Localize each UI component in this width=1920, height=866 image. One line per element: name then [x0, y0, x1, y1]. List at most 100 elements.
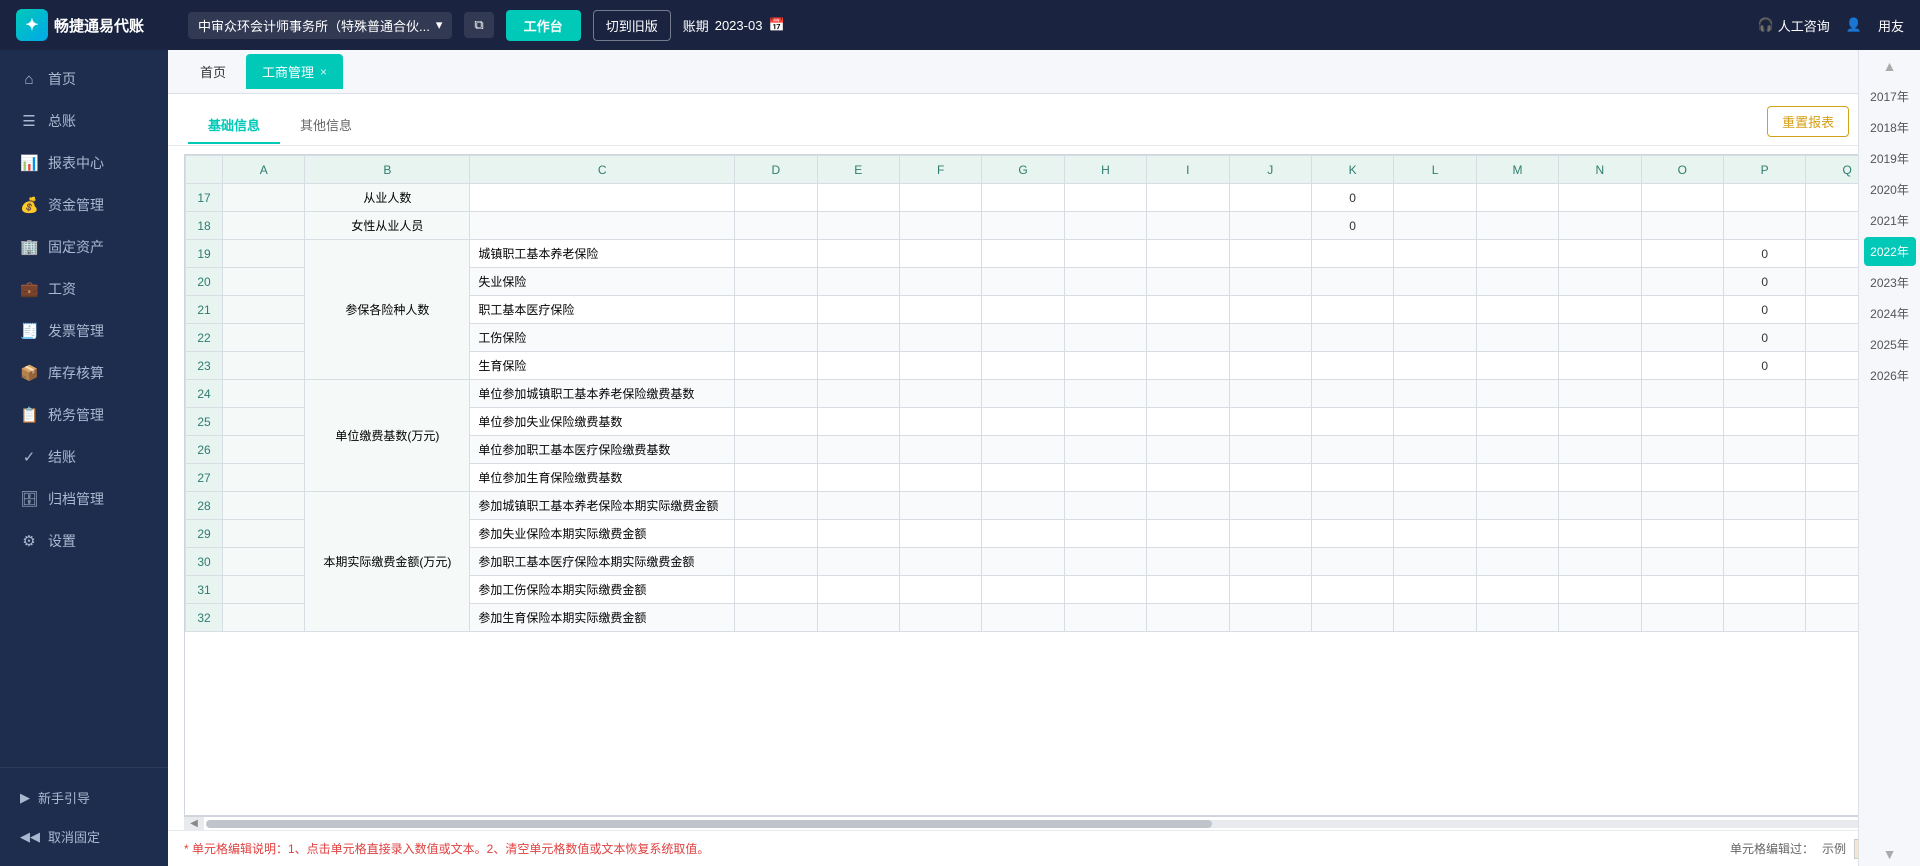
cell-k[interactable] — [1311, 436, 1393, 464]
year-item[interactable]: 2024年 — [1864, 299, 1916, 328]
cell-i[interactable] — [1147, 408, 1229, 436]
cell-i[interactable] — [1147, 268, 1229, 296]
cell-l[interactable] — [1394, 436, 1476, 464]
cell-p[interactable] — [1723, 604, 1805, 632]
cell-e[interactable] — [817, 464, 899, 492]
cell-o[interactable] — [1641, 212, 1723, 240]
cell-h[interactable] — [1064, 520, 1146, 548]
cell-o[interactable] — [1641, 352, 1723, 380]
cell-k[interactable] — [1311, 408, 1393, 436]
cell-p[interactable] — [1723, 520, 1805, 548]
cell-j[interactable] — [1229, 576, 1311, 604]
cell-h[interactable] — [1064, 268, 1146, 296]
year-item[interactable]: 2020年 — [1864, 175, 1916, 204]
cell-a[interactable] — [223, 520, 305, 548]
cell-p[interactable]: 0 — [1723, 296, 1805, 324]
calendar-icon[interactable]: 📅 — [768, 17, 784, 33]
cell-c[interactable]: 单位参加职工基本医疗保险缴费基数 — [470, 436, 735, 464]
cell-a[interactable] — [223, 212, 305, 240]
cell-k[interactable]: 0 — [1311, 184, 1393, 212]
cell-j[interactable] — [1229, 604, 1311, 632]
year-item[interactable]: 2021年 — [1864, 206, 1916, 235]
cell-m[interactable] — [1476, 464, 1558, 492]
cell-d[interactable] — [735, 492, 817, 520]
sidebar-item-ledger[interactable]: ☰ 总账 — [0, 100, 168, 142]
cell-c[interactable]: 单位参加城镇职工基本养老保险缴费基数 — [470, 380, 735, 408]
cell-g[interactable] — [982, 380, 1064, 408]
cell-p[interactable] — [1723, 184, 1805, 212]
cell-e[interactable] — [817, 296, 899, 324]
sidebar-item-archive[interactable]: 🗄 归档管理 — [0, 478, 168, 520]
cell-d[interactable] — [735, 184, 817, 212]
company-selector[interactable]: 中审众环会计师事务所（特殊普通合伙... ▾ — [188, 12, 452, 39]
cell-l[interactable] — [1394, 492, 1476, 520]
cell-n[interactable] — [1559, 184, 1641, 212]
cell-h[interactable] — [1064, 548, 1146, 576]
cell-l[interactable] — [1394, 324, 1476, 352]
cell-k[interactable] — [1311, 604, 1393, 632]
year-item[interactable]: 2018年 — [1864, 113, 1916, 142]
cell-p[interactable] — [1723, 576, 1805, 604]
cell-g[interactable] — [982, 548, 1064, 576]
cell-i[interactable] — [1147, 492, 1229, 520]
cell-f[interactable] — [899, 184, 981, 212]
cell-e[interactable] — [817, 436, 899, 464]
reset-report-button[interactable]: 重置报表 — [1767, 106, 1849, 137]
cell-n[interactable] — [1559, 352, 1641, 380]
cell-i[interactable] — [1147, 212, 1229, 240]
cell-c[interactable]: 城镇职工基本养老保险 — [470, 240, 735, 268]
cell-j[interactable] — [1229, 548, 1311, 576]
cell-o[interactable] — [1641, 380, 1723, 408]
cell-d[interactable] — [735, 408, 817, 436]
cell-l[interactable] — [1394, 520, 1476, 548]
cell-e[interactable] — [817, 240, 899, 268]
sidebar-item-home[interactable]: ⌂ 首页 — [0, 58, 168, 100]
cell-j[interactable] — [1229, 268, 1311, 296]
cell-i[interactable] — [1147, 520, 1229, 548]
cell-l[interactable] — [1394, 604, 1476, 632]
cell-m[interactable] — [1476, 408, 1558, 436]
cell-n[interactable] — [1559, 212, 1641, 240]
cell-h[interactable] — [1064, 240, 1146, 268]
cell-a[interactable] — [223, 268, 305, 296]
cell-c[interactable]: 参加职工基本医疗保险本期实际缴费金额 — [470, 548, 735, 576]
cell-g[interactable] — [982, 212, 1064, 240]
cell-g[interactable] — [982, 296, 1064, 324]
cell-i[interactable] — [1147, 324, 1229, 352]
cell-d[interactable] — [735, 604, 817, 632]
cell-i[interactable] — [1147, 436, 1229, 464]
cell-l[interactable] — [1394, 268, 1476, 296]
cell-b[interactable]: 参保各险种人数 — [305, 240, 470, 380]
cell-m[interactable] — [1476, 604, 1558, 632]
cell-c[interactable]: 职工基本医疗保险 — [470, 296, 735, 324]
cell-g[interactable] — [982, 184, 1064, 212]
cell-b[interactable]: 单位缴费基数(万元) — [305, 380, 470, 492]
cell-h[interactable] — [1064, 296, 1146, 324]
cell-n[interactable] — [1559, 548, 1641, 576]
cell-m[interactable] — [1476, 268, 1558, 296]
cell-h[interactable] — [1064, 604, 1146, 632]
cell-j[interactable] — [1229, 380, 1311, 408]
sidebar-item-wages[interactable]: 💼 工资 — [0, 268, 168, 310]
cell-f[interactable] — [899, 212, 981, 240]
cell-d[interactable] — [735, 352, 817, 380]
h-scroll-track[interactable] — [206, 820, 1882, 828]
cell-e[interactable] — [817, 184, 899, 212]
cell-b[interactable]: 从业人数 — [305, 184, 470, 212]
cell-n[interactable] — [1559, 268, 1641, 296]
cell-j[interactable] — [1229, 184, 1311, 212]
sidebar-item-tax[interactable]: 📋 税务管理 — [0, 394, 168, 436]
cell-f[interactable] — [899, 520, 981, 548]
year-item[interactable]: 2022年 — [1864, 237, 1916, 266]
cell-f[interactable] — [899, 240, 981, 268]
year-item[interactable]: 2017年 — [1864, 82, 1916, 111]
cell-p[interactable]: 0 — [1723, 268, 1805, 296]
cell-e[interactable] — [817, 604, 899, 632]
cell-a[interactable] — [223, 436, 305, 464]
cell-m[interactable] — [1476, 212, 1558, 240]
tab-close-icon[interactable]: × — [320, 65, 327, 79]
cell-g[interactable] — [982, 268, 1064, 296]
cell-g[interactable] — [982, 408, 1064, 436]
cell-o[interactable] — [1641, 324, 1723, 352]
cell-c[interactable]: 失业保险 — [470, 268, 735, 296]
